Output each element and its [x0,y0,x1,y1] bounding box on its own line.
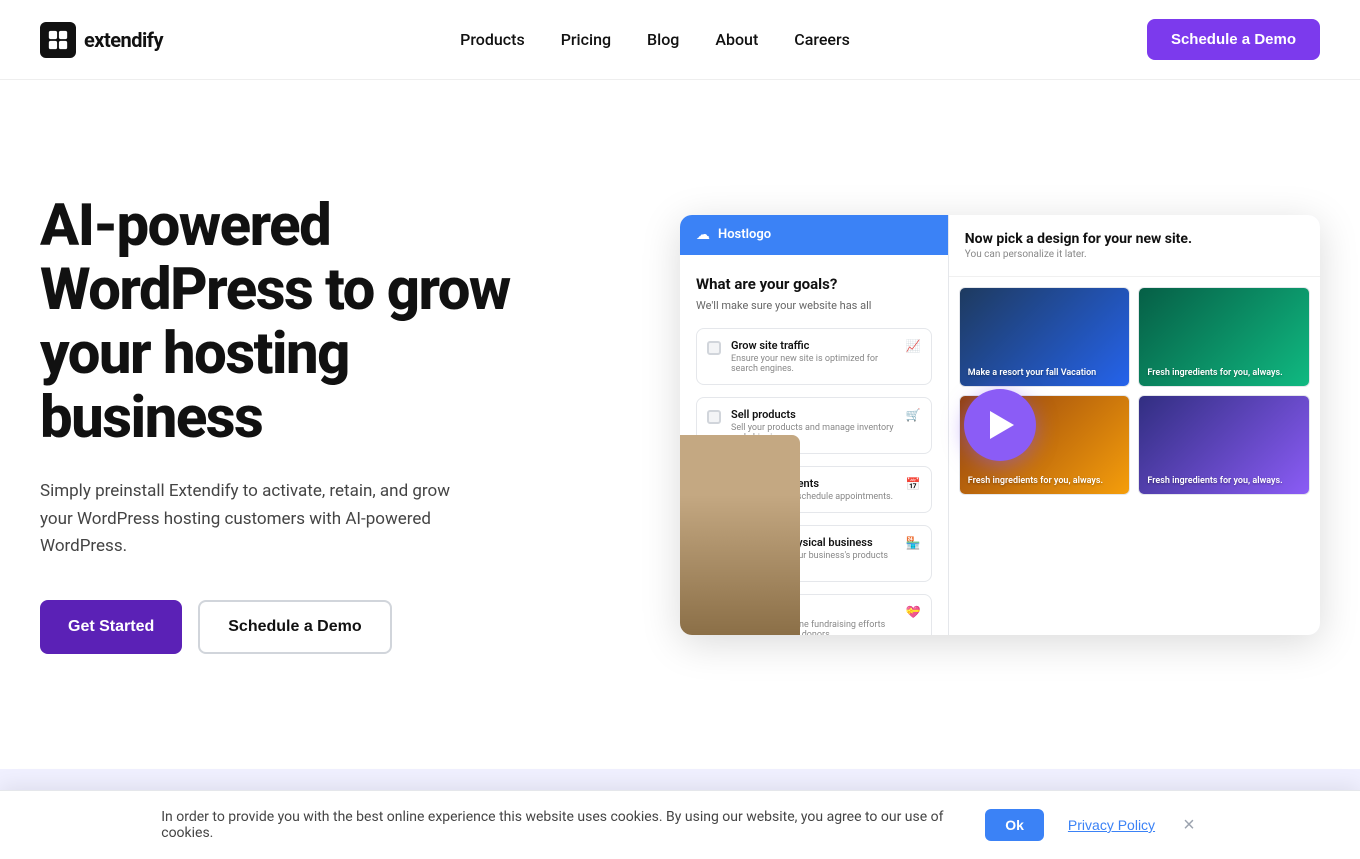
goal-icon-1: 📈 [906,339,921,353]
hero-buttons: Get Started Schedule a Demo [40,600,560,654]
cookie-ok-button[interactable]: Ok [985,809,1044,841]
nav-link-blog[interactable]: Blog [647,30,679,49]
hero-left-column: AI-powered WordPress to grow your hostin… [40,195,560,654]
hero-heading: AI-powered WordPress to grow your hostin… [40,195,560,450]
goal-icon-2: 🛒 [906,408,921,422]
design-card-2[interactable]: Fresh ingredients for you, always. [1138,287,1310,387]
cookie-banner: In order to provide you with the best on… [0,790,1360,859]
cookie-text: In order to provide you with the best on… [161,809,961,841]
design-card-4[interactable]: Fresh ingredients for you, always. [1138,395,1310,495]
hero-section: AI-powered WordPress to grow your hostin… [0,80,1360,769]
hero-mockup: ☁ Hostlogo What are your goals? We'll ma… [680,215,1320,635]
person-face [680,435,800,635]
goal-checkbox-1 [707,341,721,355]
logo-svg [47,29,69,51]
goal-icon-5: 💝 [906,605,921,619]
navbar: extendify Products Pricing Blog About Ca… [0,0,1360,80]
cookie-close-button[interactable]: × [1179,815,1199,835]
logo-text: extendify [84,28,163,52]
nav-link-products[interactable]: Products [460,30,525,49]
cookie-privacy-button[interactable]: Privacy Policy [1068,817,1155,833]
mockup-person-image [680,435,800,635]
mockup-design-header: Now pick a design for your new site. You… [949,215,1320,277]
design-card-1[interactable]: Make a resort your fall Vacation [959,287,1131,387]
design-card-label-4: Fresh ingredients for you, always. [1147,476,1301,486]
nav-link-pricing[interactable]: Pricing [561,30,611,49]
design-title: Now pick a design for your new site. [965,231,1304,247]
design-card-label-1: Make a resort your fall Vacation [968,368,1122,378]
mockup-goal-item: Grow site traffic Ensure your new site i… [696,328,932,385]
mockup-goals-title: What are your goals? [696,275,932,293]
mockup-goals-panel: ☁ Hostlogo What are your goals? We'll ma… [680,215,949,635]
nav-link-careers[interactable]: Careers [794,30,850,49]
goal-checkbox-2 [707,410,721,424]
cloud-icon: ☁ [696,227,710,243]
nav-links: Products Pricing Blog About Careers [460,30,850,49]
goal-text-1: Grow site traffic Ensure your new site i… [731,339,896,374]
schedule-demo-button[interactable]: Schedule a Demo [198,600,391,654]
design-sub: You can personalize it later. [965,249,1304,260]
play-button[interactable] [964,389,1036,461]
nav-link-about[interactable]: About [715,30,758,49]
mockup-brand-name: Hostlogo [718,227,771,242]
get-started-button[interactable]: Get Started [40,600,182,654]
hero-subtext: Simply preinstall Extendify to activate,… [40,478,480,560]
mockup-header-bar: ☁ Hostlogo [680,215,948,255]
goal-icon-4: 🏪 [906,536,921,550]
mockup-goals-sub: We'll make sure your website has all [696,299,932,312]
design-card-label-2: Fresh ingredients for you, always. [1147,368,1301,378]
goal-icon-3: 📅 [906,477,921,491]
design-card-label-3: Fresh ingredients for you, always. [968,476,1122,486]
logo-link[interactable]: extendify [40,22,163,58]
play-triangle-icon [990,411,1014,439]
logo-icon [40,22,76,58]
nav-schedule-demo-button[interactable]: Schedule a Demo [1147,19,1320,60]
